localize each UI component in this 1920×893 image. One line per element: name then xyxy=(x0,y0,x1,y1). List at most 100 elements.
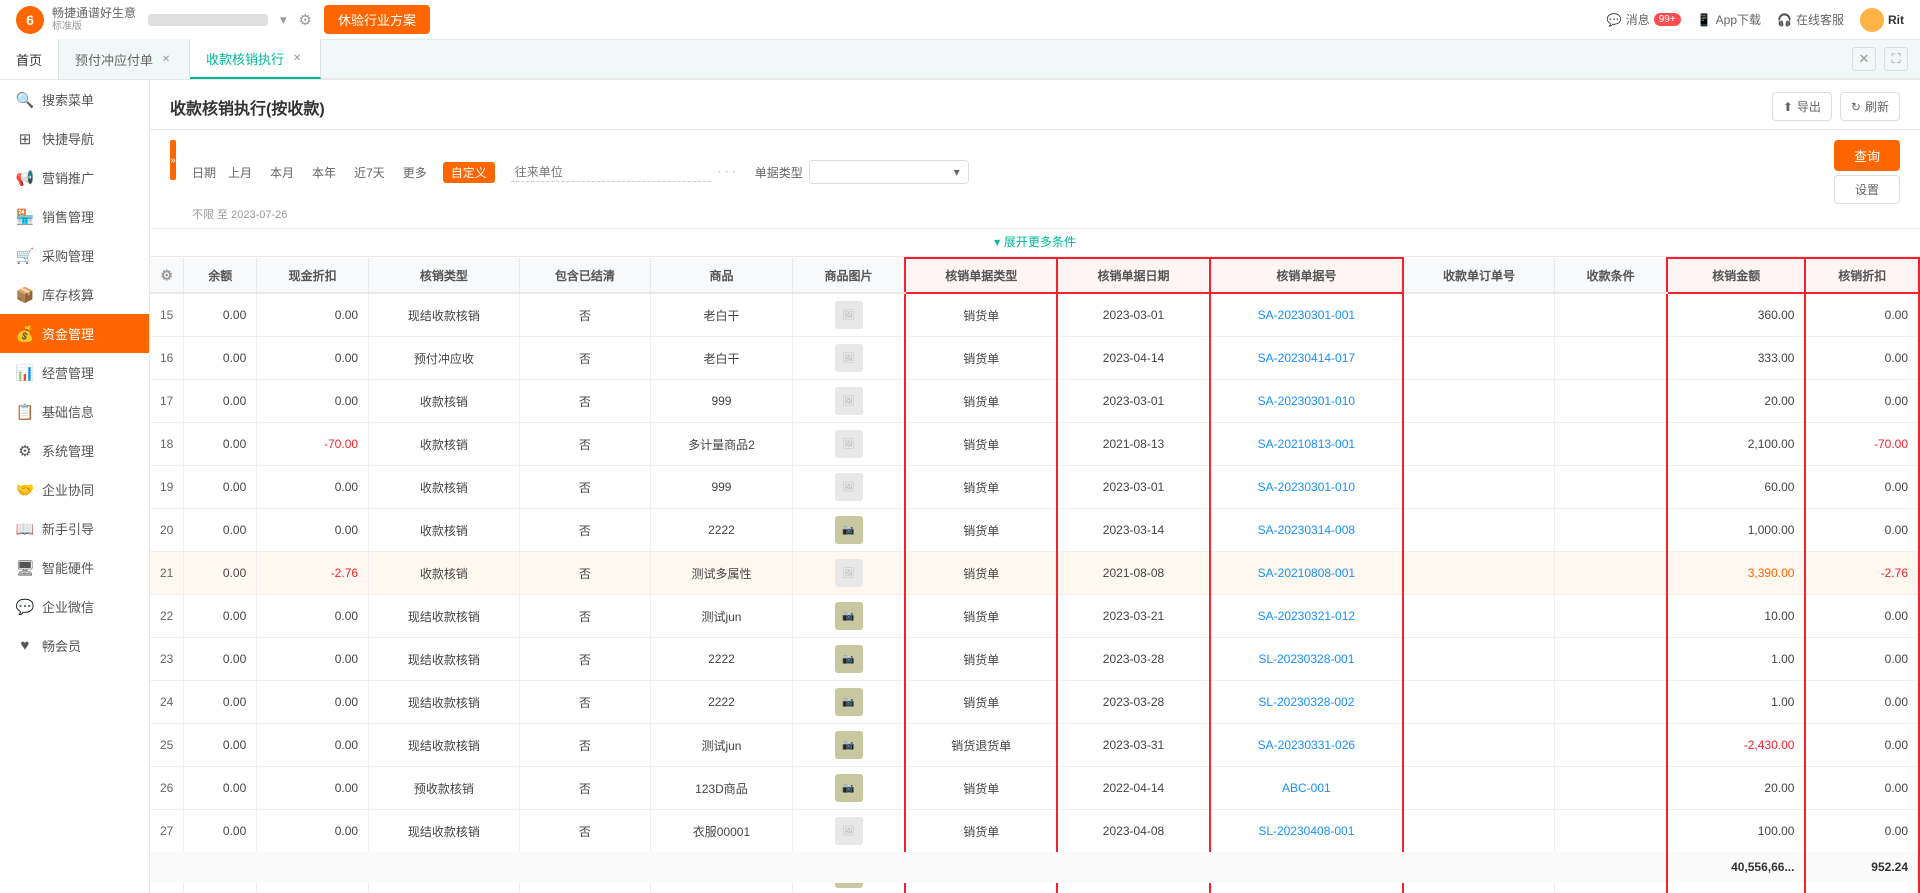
tab-home-label: 首页 xyxy=(16,50,42,69)
expand-conditions[interactable]: ▾ 展开更多条件 xyxy=(150,228,1920,256)
nav-icon: ⊞ xyxy=(16,130,34,148)
notification-label: 消息 xyxy=(1626,11,1650,28)
col-verify-bill-no: 核销单据号 xyxy=(1210,258,1403,293)
search-icon: 🔍 xyxy=(16,91,34,109)
col-verify-discount: 核销折扣 xyxy=(1805,258,1919,293)
message-icon: 💬 xyxy=(1607,13,1622,27)
sidebar-item-purchase-label: 采购管理 xyxy=(42,246,94,265)
table-row: 180.00-70.00收款核销否多计量商品2🖼销货单2021-08-13SA-… xyxy=(150,423,1919,466)
query-btn[interactable]: 查询 xyxy=(1834,140,1900,171)
table-row: 260.000.00预收款核销否123D商品📷销货单2022-04-14ABC-… xyxy=(150,767,1919,810)
service-icon: 🎧 xyxy=(1777,13,1792,27)
table-row: 150.000.00现结收款核销否老白干🖼销货单2023-03-01SA-202… xyxy=(150,293,1919,337)
sidebar-item-basic[interactable]: 📋 基础信息 xyxy=(0,392,149,431)
maximize-tab-btn[interactable]: ⛶ xyxy=(1884,47,1908,71)
bill-no-link[interactable]: SA-20230301-010 xyxy=(1258,480,1355,494)
sidebar-item-marketing[interactable]: 📢 营销推广 xyxy=(0,158,149,197)
sidebar-item-sales[interactable]: 🏪 销售管理 xyxy=(0,197,149,236)
shortcut-this-month[interactable]: 本月 xyxy=(264,162,300,183)
bill-no-link[interactable]: SA-20230414-017 xyxy=(1258,351,1355,365)
sidebar-item-search[interactable]: 🔍 搜索菜单 xyxy=(0,80,149,119)
custom-date-btn[interactable]: 自定义 xyxy=(443,162,495,183)
top-bar-left: 6 畅捷通谱好生意 标准版 ▾ ⚙ 休验行业方案 xyxy=(16,5,430,34)
sidebar: 🔍 搜索菜单 ⊞ 快捷导航 📢 营销推广 🏪 销售管理 🛒 采购管理 📦 库存核… xyxy=(0,80,150,893)
table-row: 220.000.00现结收款核销否测试jun📷销货单2023-03-21SA-2… xyxy=(150,595,1919,638)
filter-row-1: 日期 上月 本月 本年 近7天 更多 自定义 xyxy=(192,140,1900,204)
sidebar-item-wechat-label: 企业微信 xyxy=(42,597,94,616)
layout: 🔍 搜索菜单 ⊞ 快捷导航 📢 营销推广 🏪 销售管理 🛒 采购管理 📦 库存核… xyxy=(0,80,1920,893)
sidebar-item-smart[interactable]: 🖥 智能硬件 xyxy=(0,548,149,587)
app-download-item[interactable]: 📱 App下载 xyxy=(1697,11,1761,28)
sidebar-item-nav[interactable]: ⊞ 快捷导航 xyxy=(0,119,149,158)
sidebar-item-system-label: 系统管理 xyxy=(42,441,94,460)
bill-no-link[interactable]: SA-20230301-010 xyxy=(1258,394,1355,408)
tab-bar-actions: ✕ ⛶ xyxy=(1852,47,1920,71)
footer-verify-discount: 952.24 xyxy=(1805,851,1919,883)
shortcut-this-year[interactable]: 本年 xyxy=(306,162,342,183)
sidebar-item-purchase[interactable]: 🛒 采购管理 xyxy=(0,236,149,275)
bill-no-link[interactable]: SL-20230408-001 xyxy=(1258,824,1354,838)
dropdown-icon[interactable]: ▾ xyxy=(280,12,287,28)
bill-type-arrow: ▾ xyxy=(954,165,960,179)
sidebar-item-member[interactable]: ♥ 畅会员 xyxy=(0,626,149,665)
sidebar-item-finance-label: 资金管理 xyxy=(42,324,94,343)
shortcut-last-month[interactable]: 上月 xyxy=(222,162,258,183)
online-service-item[interactable]: 🎧 在线客服 xyxy=(1777,11,1844,28)
finance-icon: 💰 xyxy=(16,325,34,343)
sidebar-item-enterprise-label: 企业协同 xyxy=(42,480,94,499)
expand-label: 展开更多条件 xyxy=(1004,235,1076,249)
table-body: 150.000.00现结收款核销否老白干🖼销货单2023-03-01SA-202… xyxy=(150,293,1919,893)
user-area[interactable]: Rit xyxy=(1860,8,1904,32)
tab-receipt-close[interactable]: ✕ xyxy=(290,51,304,65)
date-filter: 日期 上月 本月 本年 近7天 更多 自定义 xyxy=(192,162,495,183)
footer-row: 40,556,66... 952.24 xyxy=(150,851,1919,883)
refresh-btn[interactable]: ↻ 刷新 xyxy=(1840,92,1900,121)
sidebar-item-guide[interactable]: 📖 新手引导 xyxy=(0,509,149,548)
industry-solution-btn[interactable]: 休验行业方案 xyxy=(324,5,430,34)
col-settings[interactable]: ⚙ xyxy=(150,258,184,293)
bill-no-link[interactable]: SA-20210813-001 xyxy=(1258,437,1355,451)
tab-home[interactable]: 首页 xyxy=(0,39,59,79)
bill-no-link[interactable]: SA-20230314-008 xyxy=(1258,523,1355,537)
bill-no-link[interactable]: SL-20230328-001 xyxy=(1258,652,1354,666)
table-row: 240.000.00现结收款核销否2222📷销货单2023-03-28SL-20… xyxy=(150,681,1919,724)
bill-no-link[interactable]: SA-20230301-001 xyxy=(1258,308,1355,322)
marketing-icon: 📢 xyxy=(16,169,34,187)
collapse-btn[interactable]: » xyxy=(170,140,176,180)
col-product-img: 商品图片 xyxy=(792,258,905,293)
page-title: 收款核销执行(按收款) xyxy=(170,95,325,119)
sidebar-item-operations[interactable]: 📊 经营管理 xyxy=(0,353,149,392)
col-cash-discount: 现金折扣 xyxy=(257,258,369,293)
logo-text: 畅捷通谱好生意 标准版 xyxy=(52,6,136,32)
notification-item[interactable]: 💬 消息 99+ xyxy=(1607,11,1681,28)
bill-no-link[interactable]: SA-20210808-001 xyxy=(1258,566,1355,580)
column-settings-icon[interactable]: ⚙ xyxy=(160,267,173,283)
shortcut-7days[interactable]: 近7天 xyxy=(348,162,391,183)
bill-no-link[interactable]: SA-20230321-012 xyxy=(1258,609,1355,623)
gear-icon[interactable]: ⚙ xyxy=(299,11,312,29)
bill-no-link[interactable]: SL-20230328-002 xyxy=(1258,695,1354,709)
close-tab-btn[interactable]: ✕ xyxy=(1852,47,1876,71)
bill-type-label: 单据类型 xyxy=(755,164,803,181)
app-icon: 📱 xyxy=(1697,13,1712,27)
tab-advance-close[interactable]: ✕ xyxy=(159,52,173,66)
tab-advance[interactable]: 预付冲应付单 ✕ xyxy=(59,39,190,79)
export-btn[interactable]: ⬆ 导出 xyxy=(1772,92,1832,121)
bill-no-link[interactable]: SA-20230331-026 xyxy=(1258,738,1355,752)
sidebar-item-inventory[interactable]: 📦 库存核算 xyxy=(0,275,149,314)
sidebar-item-finance[interactable]: 💰 资金管理 xyxy=(0,314,149,353)
sidebar-item-wechat[interactable]: 💬 企业微信 xyxy=(0,587,149,626)
partner-input[interactable] xyxy=(511,163,711,182)
sidebar-item-system[interactable]: ⚙ 系统管理 xyxy=(0,431,149,470)
operations-icon: 📊 xyxy=(16,364,34,382)
footer-spacer xyxy=(150,851,1667,883)
logo-icon: 6 xyxy=(16,6,44,34)
date-label: 日期 xyxy=(192,164,216,181)
sidebar-item-enterprise[interactable]: 🤝 企业协同 xyxy=(0,470,149,509)
shortcut-more[interactable]: 更多 xyxy=(397,162,433,183)
table-settings-btn[interactable]: 设置 xyxy=(1834,175,1900,204)
bill-no-link[interactable]: ABC-001 xyxy=(1282,781,1331,795)
dots-divider: ··· xyxy=(717,163,739,181)
bill-type-select[interactable]: ▾ xyxy=(809,160,969,184)
tab-receipt[interactable]: 收款核销执行 ✕ xyxy=(190,39,321,79)
